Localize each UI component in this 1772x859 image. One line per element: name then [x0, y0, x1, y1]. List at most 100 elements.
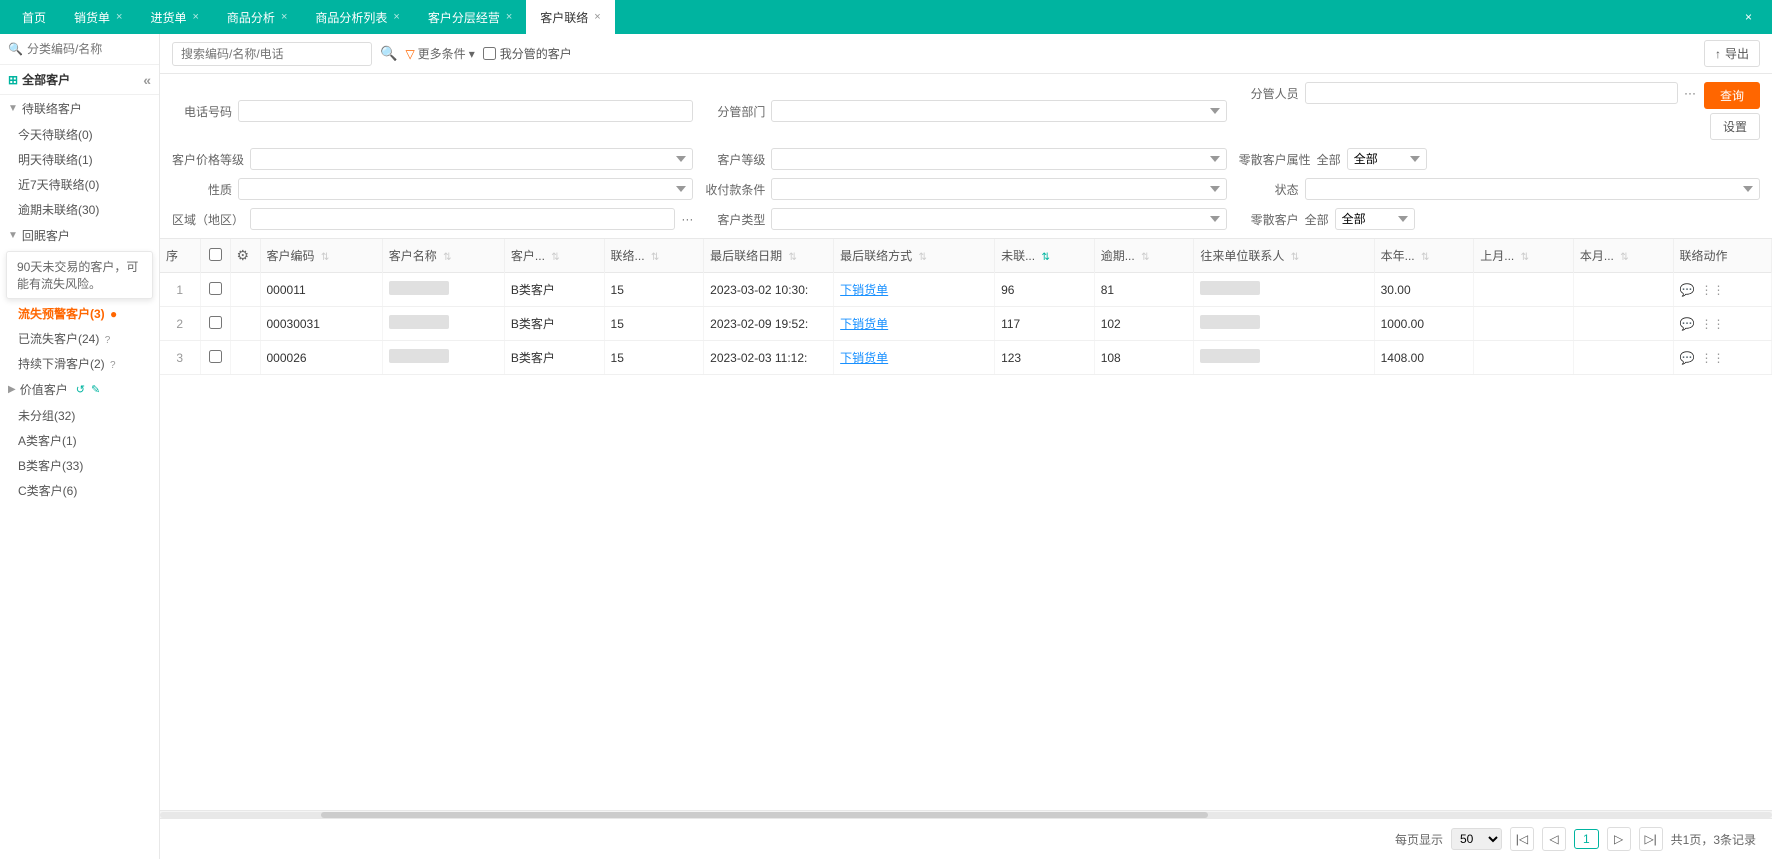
- my-customers-checkbox[interactable]: [483, 47, 496, 60]
- close-sales-icon[interactable]: ×: [116, 11, 122, 23]
- sidebar-item-class-a[interactable]: A类客户(1): [0, 428, 159, 453]
- sort-no-contact-icon[interactable]: ⇅: [1041, 252, 1049, 263]
- scrollbar-thumb[interactable]: [321, 812, 1208, 818]
- nature-select[interactable]: [238, 178, 693, 200]
- sort-date-icon[interactable]: ⇅: [789, 252, 797, 263]
- tab-customer-segment[interactable]: 客户分层经营 ×: [414, 0, 526, 34]
- sort-category-icon[interactable]: ⇅: [551, 252, 559, 263]
- tab-purchase[interactable]: 进货单 ×: [136, 0, 212, 34]
- per-page-select[interactable]: 50 20 100: [1451, 828, 1502, 850]
- filter-row-person-actions: 分管人员 ··· 查询 设置: [1239, 82, 1760, 140]
- sidebar-group-pending-contact[interactable]: ▼ 待联络客户: [0, 95, 159, 122]
- zero-customer-select[interactable]: 全部: [1335, 208, 1415, 230]
- status-select[interactable]: [1305, 178, 1760, 200]
- sort-this-month-icon[interactable]: ⇅: [1620, 252, 1628, 263]
- sidebar-item-churn-warning[interactable]: 流失预警客户(3) ●: [0, 301, 159, 326]
- region-input[interactable]: [250, 208, 675, 230]
- region-more-button[interactable]: ···: [681, 212, 693, 226]
- sort-this-year-icon[interactable]: ⇅: [1421, 252, 1429, 263]
- payment-select[interactable]: [771, 178, 1226, 200]
- grid-icon: ⊞: [8, 73, 18, 87]
- sidebar-item-continuous-decline[interactable]: 持续下滑客户(2) ?: [0, 351, 159, 376]
- close-all-button[interactable]: ×: [1733, 8, 1764, 26]
- person-input[interactable]: [1305, 82, 1678, 104]
- sidebar-item-7days[interactable]: 近7天待联络(0): [0, 172, 159, 197]
- more-conditions-button[interactable]: ▽ 更多条件 ▾: [405, 45, 474, 62]
- action-chat-icon-1[interactable]: 💬: [1680, 317, 1695, 331]
- action-more-icon-0[interactable]: ⋮⋮: [1700, 283, 1724, 297]
- tab-sales[interactable]: 销货单 ×: [60, 0, 136, 34]
- sidebar-group-churn[interactable]: ▼ 回眠客户: [0, 222, 159, 249]
- action-chat-icon-2[interactable]: 💬: [1680, 351, 1695, 365]
- action-chat-icon-0[interactable]: 💬: [1680, 283, 1695, 297]
- sidebar-item-class-c[interactable]: C类客户(6): [0, 478, 159, 503]
- search-input[interactable]: [172, 42, 372, 66]
- sidebar-item-overdue[interactable]: 逾期未联络(30): [0, 197, 159, 222]
- per-page-label: 每页显示: [1395, 831, 1443, 848]
- sidebar-item-tomorrow[interactable]: 明天待联络(1): [0, 147, 159, 172]
- sort-method-icon[interactable]: ⇅: [919, 252, 927, 263]
- status-label: 状态: [1239, 181, 1299, 198]
- sort-overdue-icon[interactable]: ⇅: [1141, 252, 1149, 263]
- pagination-bar: 每页显示 50 20 100 |◁ ◁ 1 ▷ ▷| 共1页，3条记录: [160, 818, 1772, 859]
- query-button[interactable]: 查询: [1704, 82, 1760, 109]
- row-checkbox-1[interactable]: [209, 316, 222, 329]
- scrollbar-track: [160, 812, 1772, 818]
- next-page-button[interactable]: ▷: [1607, 827, 1631, 851]
- row-overdue-2: 108: [1094, 341, 1194, 375]
- select-all-checkbox[interactable]: [209, 248, 222, 261]
- settings-button[interactable]: 设置: [1710, 113, 1760, 140]
- row-gear-1: [230, 307, 260, 341]
- my-customers-checkbox-label[interactable]: 我分管的客户: [483, 45, 572, 62]
- table-body: 1 000011 B类客户 15 2023-03-02 10:30: 下销货单 …: [160, 273, 1772, 375]
- phone-input[interactable]: [238, 100, 693, 122]
- horizontal-scrollbar[interactable]: [160, 810, 1772, 818]
- all-customers-label: 全部客户: [22, 71, 70, 88]
- row-action-2: 💬 ⋮⋮: [1673, 341, 1772, 375]
- filter-row-zero-customer: 零散客户 全部 全部: [1239, 208, 1760, 230]
- gear-icon[interactable]: ⚙: [237, 247, 250, 263]
- customer-grade-select[interactable]: [771, 148, 1226, 170]
- last-page-button[interactable]: ▷|: [1639, 827, 1663, 851]
- sort-contact-icon[interactable]: ⇅: [651, 252, 659, 263]
- tab-customer-connect[interactable]: 客户联络 ×: [526, 0, 614, 34]
- close-customer-segment-icon[interactable]: ×: [506, 11, 512, 23]
- dept-select[interactable]: [771, 100, 1226, 122]
- person-more-button[interactable]: ···: [1684, 86, 1696, 100]
- sort-code-icon[interactable]: ⇅: [321, 252, 329, 263]
- prev-page-button[interactable]: ◁: [1542, 827, 1566, 851]
- close-product-analysis-icon[interactable]: ×: [281, 11, 287, 23]
- row-contact-2: 15: [604, 341, 704, 375]
- action-more-icon-1[interactable]: ⋮⋮: [1700, 317, 1724, 331]
- search-btn-icon[interactable]: 🔍: [380, 45, 397, 62]
- sidebar-group-value[interactable]: ▶ 价值客户 ↺ ✎: [0, 376, 159, 403]
- phone-label: 电话号码: [172, 103, 232, 120]
- price-grade-select[interactable]: [250, 148, 693, 170]
- sort-name-icon[interactable]: ⇅: [443, 252, 451, 263]
- close-product-list-icon[interactable]: ×: [393, 11, 399, 23]
- dept-label: 分管部门: [705, 103, 765, 120]
- sidebar-item-today[interactable]: 今天待联络(0): [0, 122, 159, 147]
- close-purchase-icon[interactable]: ×: [192, 11, 198, 23]
- sort-related-person-icon[interactable]: ⇅: [1291, 252, 1299, 263]
- sidebar-item-unsegmented[interactable]: 未分组(32): [0, 403, 159, 428]
- tab-product-analysis[interactable]: 商品分析 ×: [213, 0, 301, 34]
- first-page-button[interactable]: |◁: [1510, 827, 1534, 851]
- customer-type-select[interactable]: [771, 208, 1226, 230]
- tab-home[interactable]: 首页: [8, 0, 60, 34]
- topbar: 首页 销货单 × 进货单 × 商品分析 × 商品分析列表 × 客户分层经营 × …: [0, 0, 1772, 34]
- sidebar-item-already-churn[interactable]: 已流失客户(24) ?: [0, 326, 159, 351]
- zero-attr-select[interactable]: 全部: [1347, 148, 1427, 170]
- collapse-icon[interactable]: «: [143, 72, 151, 88]
- sort-last-month-icon[interactable]: ⇅: [1521, 252, 1529, 263]
- arrow-down-icon: ▼: [8, 103, 18, 114]
- tab-product-list[interactable]: 商品分析列表 ×: [301, 0, 413, 34]
- row-checkbox-0[interactable]: [209, 282, 222, 295]
- row-checkbox-2[interactable]: [209, 350, 222, 363]
- tab-customer-segment-label: 客户分层经营: [428, 9, 500, 26]
- close-customer-connect-icon[interactable]: ×: [594, 11, 600, 23]
- sidebar-search-input[interactable]: [27, 42, 160, 56]
- action-more-icon-2[interactable]: ⋮⋮: [1700, 351, 1724, 365]
- export-button[interactable]: ↑ 导出: [1704, 40, 1760, 67]
- sidebar-item-class-b[interactable]: B类客户(33): [0, 453, 159, 478]
